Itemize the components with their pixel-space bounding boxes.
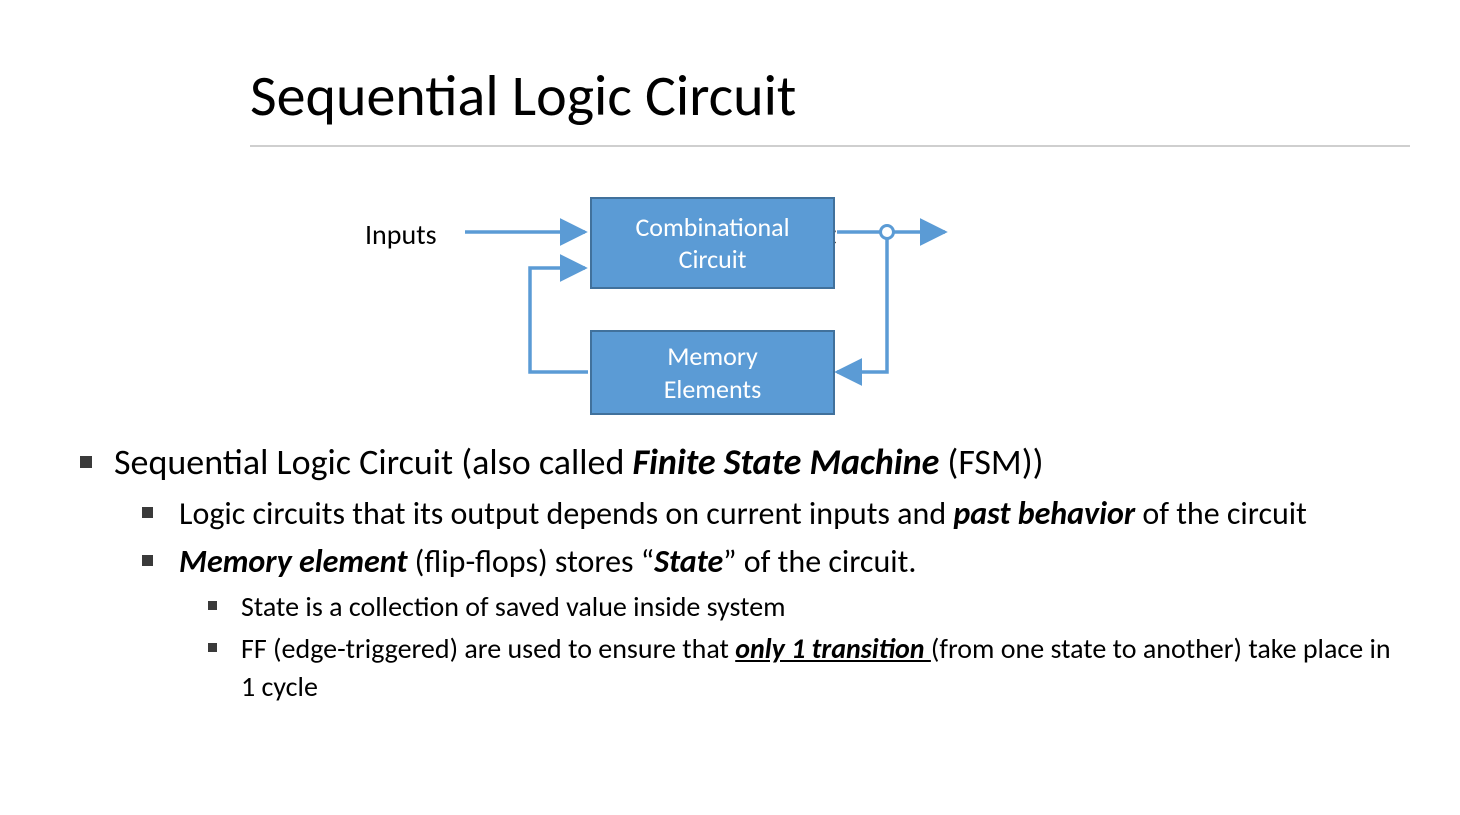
text-fragment: ” of the circuit.: [723, 542, 916, 581]
text-fragment: of the circuit: [1135, 494, 1307, 533]
title-underline: [250, 145, 1410, 147]
bullet-level1: Sequential Logic Circuit (also called Fi…: [80, 440, 1400, 485]
block-diagram: Inputs Output Combinational Circuit Memo…: [360, 175, 1000, 435]
bullet-content: Sequential Logic Circuit (also called Fi…: [80, 440, 1400, 710]
mem-line1: Memory: [592, 340, 833, 373]
text-fragment: Memory element: [179, 542, 407, 581]
text-fragment: (flip-flops) stores “: [407, 542, 654, 581]
mem-line2: Elements: [592, 373, 833, 406]
memory-elements-box: Memory Elements: [590, 330, 835, 415]
bullet-level3: FF (edge-triggered) are used to ensure t…: [208, 630, 1400, 706]
inputs-label: Inputs: [365, 217, 437, 252]
text-fragment: Finite State Machine: [633, 440, 940, 484]
bullet-text: State is a collection of saved value ins…: [241, 588, 786, 626]
text-fragment: State: [654, 542, 723, 581]
comb-line1: Combinational: [592, 211, 833, 244]
text-fragment: Logic circuits that its output depends o…: [179, 494, 953, 533]
bullet-text: Memory element (flip-flops) stores “Stat…: [179, 541, 916, 583]
bullet-level3: State is a collection of saved value ins…: [208, 588, 1400, 626]
bullet-icon: [142, 555, 153, 566]
bullet-text: Sequential Logic Circuit (also called Fi…: [114, 440, 1044, 485]
combinational-circuit-box: Combinational Circuit: [590, 197, 835, 289]
bullet-icon: [80, 456, 92, 468]
bullet-text: Logic circuits that its output depends o…: [179, 493, 1307, 535]
bullet-level2: Logic circuits that its output depends o…: [142, 493, 1400, 535]
bullet-icon: [208, 601, 217, 610]
bullet-text: FF (edge-triggered) are used to ensure t…: [241, 630, 1400, 706]
slide: Sequential Logic Circuit Inputs Output C…: [0, 0, 1460, 815]
text-fragment: FF (edge-triggered) are used to ensure t…: [241, 631, 735, 666]
bullet-level2: Memory element (flip-flops) stores “Stat…: [142, 541, 1400, 583]
text-fragment: only 1 transition: [735, 631, 931, 666]
text-fragment: (FSM)): [939, 440, 1043, 484]
text-fragment: past behavior: [953, 494, 1135, 533]
bullet-icon: [208, 643, 217, 652]
slide-title: Sequential Logic Circuit: [250, 60, 796, 131]
text-fragment: Sequential Logic Circuit (also called: [114, 440, 633, 484]
comb-line2: Circuit: [592, 243, 833, 276]
bullet-icon: [142, 507, 153, 518]
